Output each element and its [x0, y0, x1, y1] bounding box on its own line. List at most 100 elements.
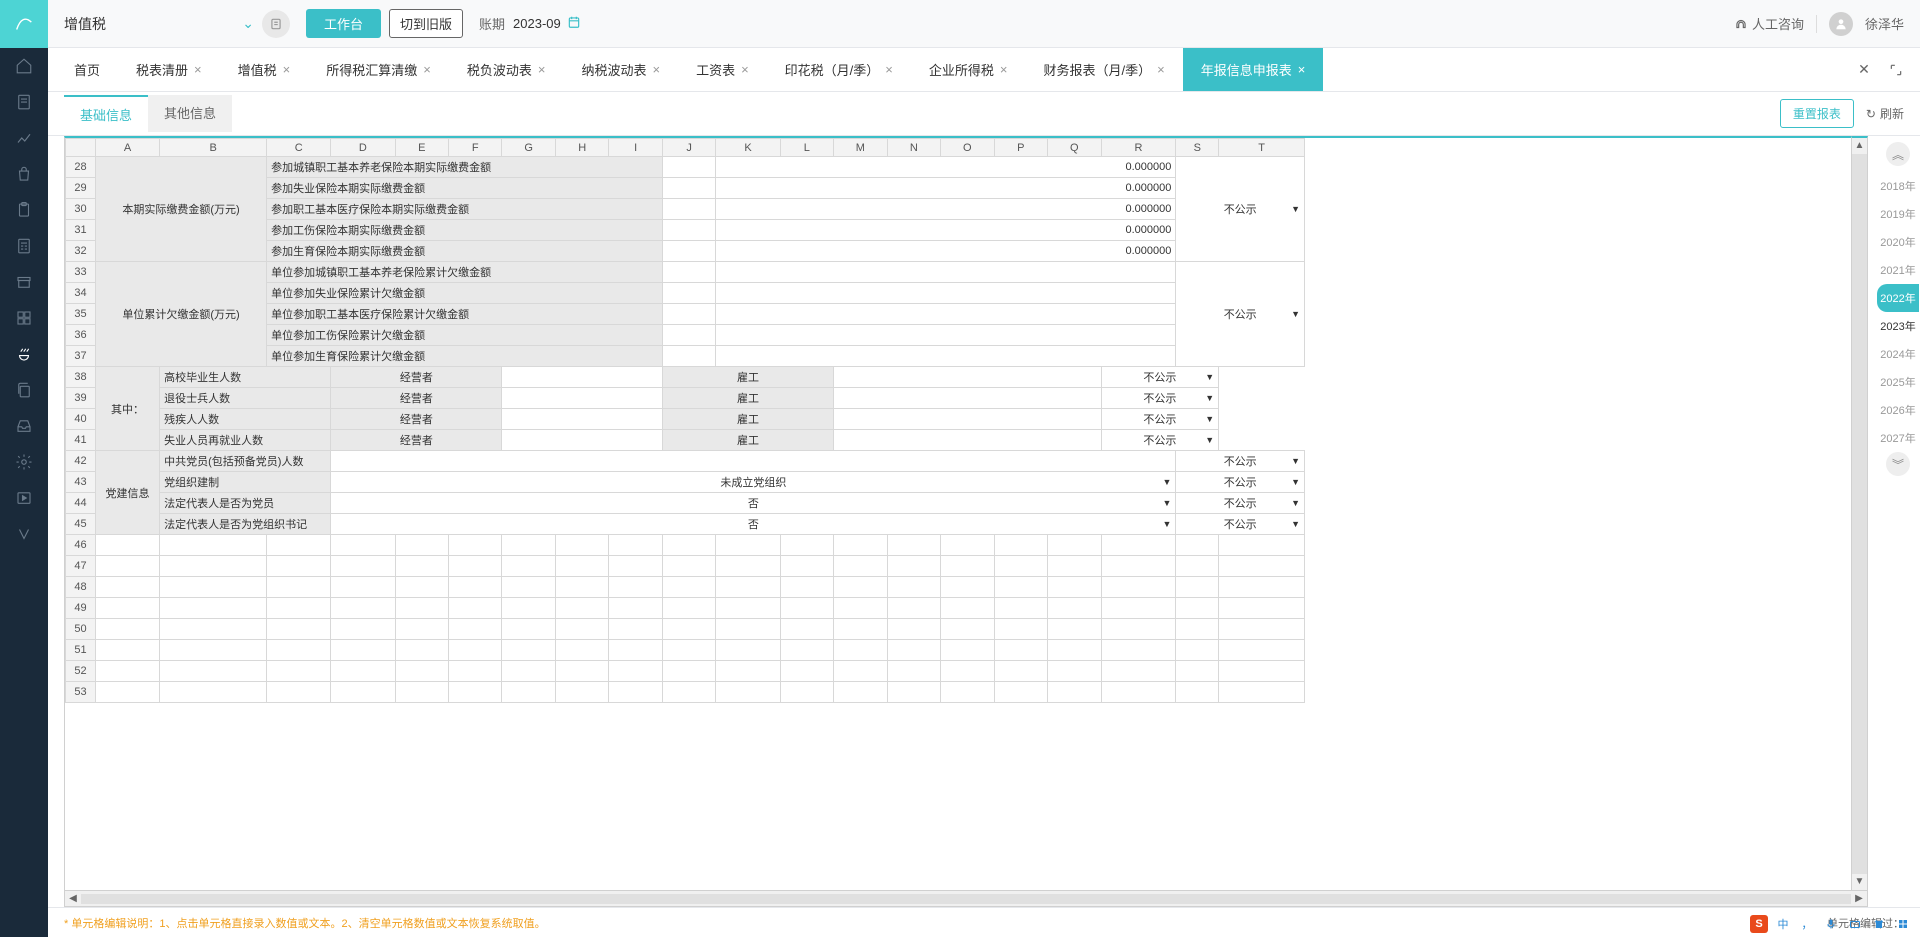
cell[interactable]	[780, 640, 833, 661]
row-header[interactable]: 39	[66, 388, 96, 409]
cell[interactable]	[834, 640, 887, 661]
cell[interactable]: 不公示▼	[1101, 367, 1219, 388]
spreadsheet[interactable]: ABCDEFGHIJKLMNOPQRST28本期实际缴费金额(万元)参加城镇职工…	[64, 136, 1852, 891]
cell[interactable]: 党组织建制	[160, 472, 331, 493]
cell[interactable]	[1048, 535, 1101, 556]
cell[interactable]	[95, 598, 159, 619]
row-header[interactable]: 49	[66, 598, 96, 619]
cell[interactable]	[716, 640, 780, 661]
tab[interactable]: 年报信息申报表×	[1183, 48, 1324, 91]
tab-close-icon[interactable]: ×	[283, 62, 291, 77]
cell[interactable]	[887, 598, 940, 619]
cell[interactable]: 不公示▼	[1176, 472, 1305, 493]
cell[interactable]	[160, 577, 267, 598]
year-up-button[interactable]: ︽	[1886, 142, 1910, 166]
cell[interactable]	[609, 535, 662, 556]
cell[interactable]	[555, 556, 608, 577]
cell[interactable]: 经营者	[331, 388, 502, 409]
tab-close-icon[interactable]: ×	[1157, 62, 1165, 77]
cell[interactable]	[1176, 535, 1219, 556]
cell[interactable]	[887, 640, 940, 661]
cell[interactable]	[331, 682, 395, 703]
cell[interactable]	[331, 556, 395, 577]
user-avatar[interactable]	[1829, 12, 1853, 36]
cell[interactable]	[395, 619, 448, 640]
cell[interactable]: 不公示▼	[1176, 493, 1305, 514]
cell[interactable]	[555, 577, 608, 598]
cell[interactable]	[1219, 535, 1305, 556]
row-header[interactable]: 32	[66, 241, 96, 262]
cell[interactable]	[1048, 556, 1101, 577]
tab-close-icon[interactable]: ×	[652, 62, 660, 77]
cell[interactable]	[502, 619, 555, 640]
year-item[interactable]: 2024年	[1877, 340, 1919, 368]
tab[interactable]: 所得税汇算清缴×	[308, 48, 449, 91]
cell[interactable]	[160, 556, 267, 577]
tab-close-icon[interactable]: ×	[538, 62, 546, 77]
cell[interactable]	[555, 661, 608, 682]
cell[interactable]: 不公示▼	[1176, 157, 1305, 262]
cell[interactable]	[502, 640, 555, 661]
cell[interactable]	[502, 556, 555, 577]
cell[interactable]	[834, 598, 887, 619]
cell[interactable]	[834, 430, 1101, 451]
cell[interactable]	[994, 577, 1047, 598]
col-header[interactable]: R	[1101, 139, 1176, 157]
ime-mic-icon[interactable]	[1822, 915, 1840, 933]
row-header[interactable]: 45	[66, 514, 96, 535]
cell[interactable]: 0.000000	[716, 157, 1176, 178]
cell[interactable]: 不公示▼	[1176, 262, 1305, 367]
cell[interactable]	[331, 661, 395, 682]
cell[interactable]	[502, 598, 555, 619]
cell[interactable]	[716, 262, 1176, 283]
cell[interactable]	[887, 535, 940, 556]
cell[interactable]	[395, 577, 448, 598]
cell[interactable]: 不公示▼	[1101, 409, 1219, 430]
cell[interactable]: 经营者	[331, 409, 502, 430]
scroll-left-icon[interactable]: ◀	[65, 893, 81, 904]
tab-close-icon[interactable]: ×	[1298, 62, 1306, 77]
subtab-basic[interactable]: 基础信息	[64, 95, 148, 132]
cell[interactable]	[662, 556, 715, 577]
year-item[interactable]: 2027年	[1877, 424, 1919, 452]
cell[interactable]	[331, 619, 395, 640]
old-version-button[interactable]: 切到旧版	[389, 9, 463, 38]
cell[interactable]	[160, 619, 267, 640]
cell[interactable]: 参加城镇职工基本养老保险本期实际缴费金额	[267, 157, 663, 178]
cell[interactable]: 参加工伤保险本期实际缴费金额	[267, 220, 663, 241]
year-item[interactable]: 2022年	[1877, 284, 1919, 312]
cell[interactable]	[1101, 577, 1176, 598]
cell[interactable]	[502, 430, 662, 451]
cell[interactable]	[1048, 619, 1101, 640]
cell[interactable]: 失业人员再就业人数	[160, 430, 331, 451]
col-header[interactable]: M	[834, 139, 887, 157]
cell[interactable]	[1048, 598, 1101, 619]
cell[interactable]	[662, 598, 715, 619]
cell[interactable]: 雇工	[662, 430, 833, 451]
cell[interactable]	[834, 682, 887, 703]
cell[interactable]	[448, 640, 501, 661]
cell[interactable]: 本期实际缴费金额(万元)	[95, 157, 266, 262]
cell[interactable]	[609, 556, 662, 577]
year-item[interactable]: 2025年	[1877, 368, 1919, 396]
cell[interactable]	[780, 661, 833, 682]
tab[interactable]: 纳税波动表×	[563, 48, 678, 91]
cell[interactable]	[662, 661, 715, 682]
cell[interactable]	[662, 220, 715, 241]
cell[interactable]	[662, 157, 715, 178]
cell[interactable]	[1219, 556, 1305, 577]
cell[interactable]	[160, 535, 267, 556]
tab-close-icon[interactable]: ×	[194, 62, 202, 77]
cell[interactable]	[448, 577, 501, 598]
scroll-up-icon[interactable]: ▲	[1852, 138, 1867, 154]
cell[interactable]	[160, 661, 267, 682]
col-header[interactable]: Q	[1048, 139, 1101, 157]
cell[interactable]	[716, 682, 780, 703]
cell[interactable]: 0.000000	[716, 220, 1176, 241]
cell[interactable]	[448, 661, 501, 682]
ime-tool-icon[interactable]	[1894, 915, 1912, 933]
cell[interactable]	[1219, 682, 1305, 703]
cell[interactable]: 法定代表人是否为党员	[160, 493, 331, 514]
cell[interactable]	[448, 598, 501, 619]
cell[interactable]	[887, 619, 940, 640]
